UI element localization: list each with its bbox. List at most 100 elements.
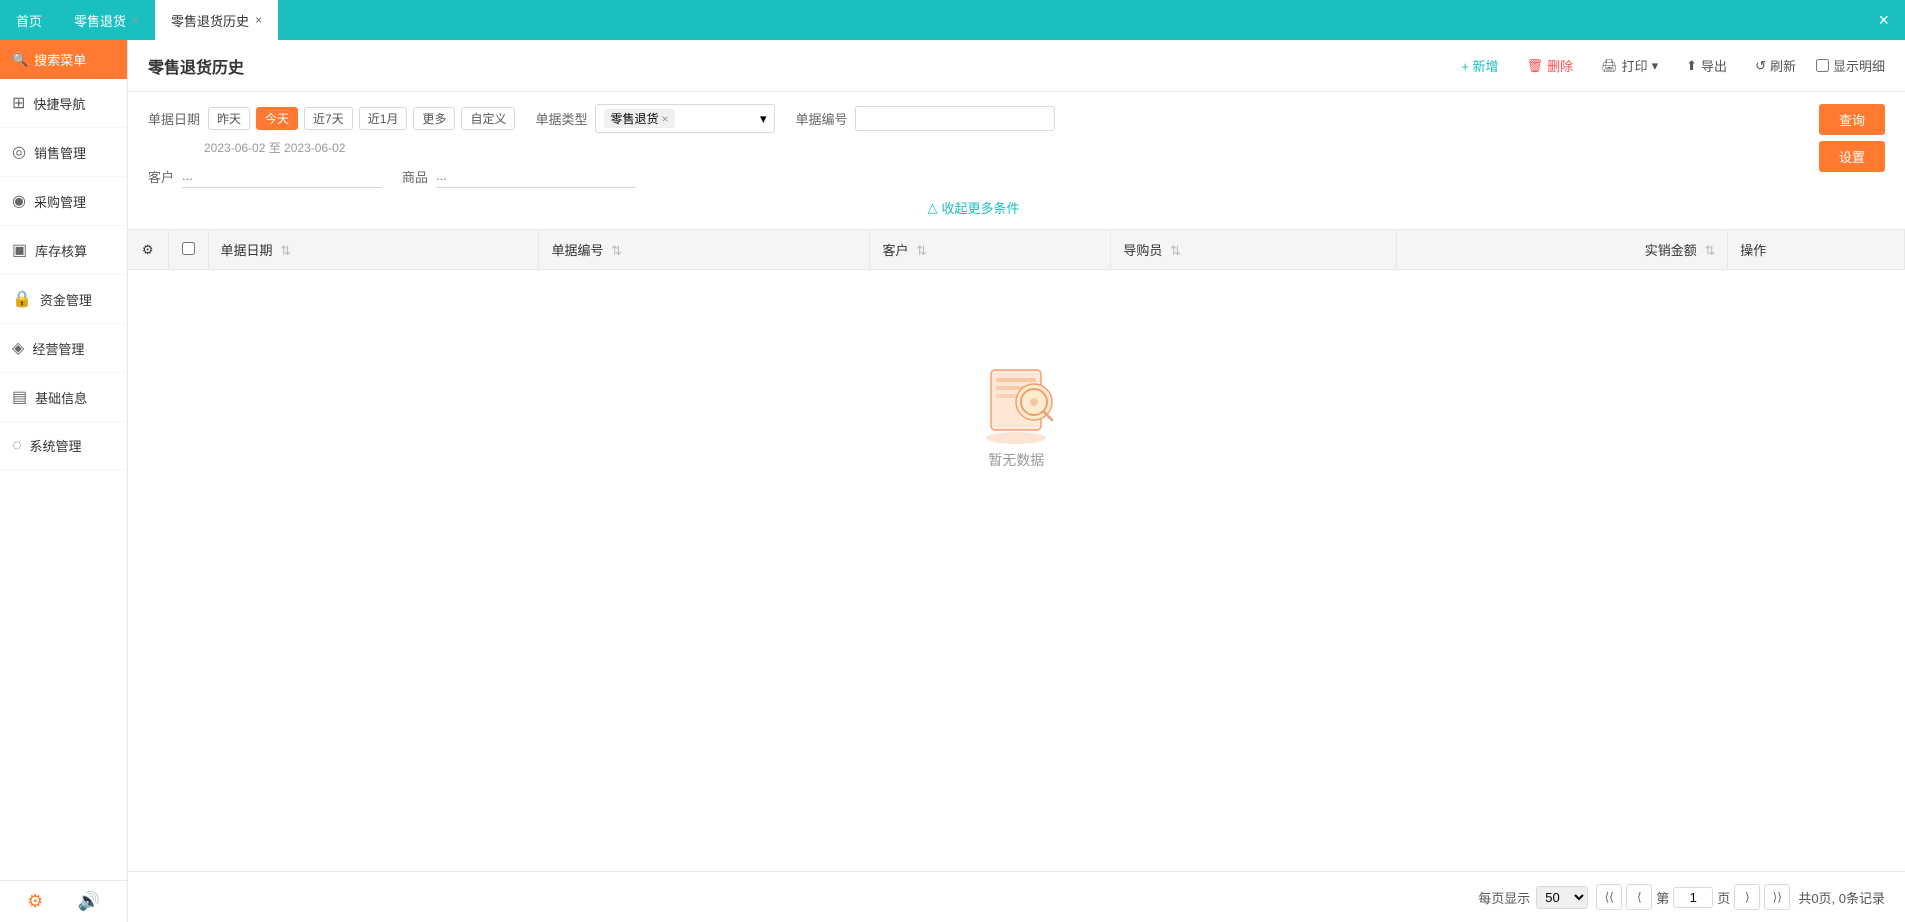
- refresh-icon: ↺: [1755, 58, 1766, 74]
- sidebar-item-label: 资金管理: [40, 290, 92, 309]
- export-icon: ⬆: [1686, 58, 1697, 74]
- date-filter-buttons: 昨天 今天 近7天 近1月 更多 自定义: [208, 107, 515, 130]
- select-all-checkbox[interactable]: [182, 242, 195, 255]
- audio-icon[interactable]: 🔊: [77, 891, 99, 912]
- delete-icon: 🗑: [1527, 58, 1544, 74]
- new-button[interactable]: + 新增: [1453, 52, 1506, 79]
- filter-settings-button[interactable]: 设置: [1819, 141, 1885, 172]
- tab-retail-return-close[interactable]: ×: [132, 13, 139, 27]
- tab-home[interactable]: 首页: [0, 0, 58, 40]
- date-btn-today[interactable]: 今天: [256, 107, 298, 130]
- sidebar-item-system-mgmt[interactable]: ◌ 系统管理: [0, 422, 127, 470]
- actual-amount-sort-icon: ⇅: [1704, 243, 1715, 258]
- capital-mgmt-icon: 🔒: [12, 289, 32, 309]
- tab-retail-return-history[interactable]: 零售退货历史 ×: [155, 0, 278, 40]
- last-page-button[interactable]: ⟩⟩: [1764, 884, 1790, 910]
- empty-illustration: [966, 350, 1066, 450]
- col-operation: 操作: [1728, 230, 1905, 270]
- customer-sort-icon: ⇅: [916, 243, 927, 258]
- operation-mgmt-icon: ◈: [12, 338, 24, 358]
- settings-icon[interactable]: ⚙: [27, 891, 43, 912]
- customer-input[interactable]: [182, 164, 382, 188]
- next-page-button[interactable]: ⟩: [1734, 884, 1760, 910]
- bill-type-tag: 零售退货 ×: [604, 109, 674, 128]
- sidebar-item-label: 系统管理: [30, 436, 82, 455]
- col-bill-date[interactable]: 单据日期 ⇅: [208, 230, 539, 270]
- purchase-mgmt-icon: ◉: [12, 191, 26, 211]
- col-guide[interactable]: 导购员 ⇅: [1111, 230, 1397, 270]
- date-filter-label: 单据日期: [148, 109, 200, 128]
- per-page-label: 每页显示: [1478, 888, 1530, 907]
- sidebar-bottom: ⚙ 🔊: [0, 880, 127, 922]
- sidebar-item-quick-nav[interactable]: ⊞ 快捷导航: [0, 79, 127, 128]
- page-header: 零售退货历史 + 新增 🗑 删除 🖨 打印 ▾ ⬆ 导出 ↺: [128, 40, 1905, 92]
- goods-input[interactable]: [436, 164, 636, 188]
- collapse-icon: △: [927, 200, 937, 216]
- sales-mgmt-icon: ◎: [12, 142, 26, 162]
- content-area: 零售退货历史 + 新增 🗑 删除 🖨 打印 ▾ ⬆ 导出 ↺: [128, 40, 1905, 922]
- sidebar-item-label: 经营管理: [32, 339, 84, 358]
- header-actions: + 新增 🗑 删除 🖨 打印 ▾ ⬆ 导出 ↺ 刷新: [1453, 52, 1885, 79]
- collapse-button[interactable]: △ 收起更多条件: [927, 198, 1019, 217]
- sidebar-search[interactable]: 🔍 搜索菜单: [0, 40, 127, 79]
- show-detail-checkbox-label[interactable]: 显示明细: [1816, 56, 1885, 75]
- date-btn-more[interactable]: 更多: [413, 107, 455, 130]
- bill-type-label: 单据类型: [535, 109, 587, 128]
- date-range-text: 2023-06-02 至 2023-06-02: [204, 141, 345, 155]
- sidebar-item-purchase-mgmt[interactable]: ◉ 采购管理: [0, 177, 127, 226]
- sidebar-item-operation-mgmt[interactable]: ◈ 经营管理: [0, 324, 127, 373]
- bill-no-input[interactable]: [855, 106, 1055, 131]
- tab-retail-return-history-close[interactable]: ×: [255, 13, 262, 27]
- search-icon: 🔍: [12, 52, 28, 68]
- col-checkbox[interactable]: [168, 230, 208, 270]
- sidebar-item-capital-mgmt[interactable]: 🔒 资金管理: [0, 275, 127, 324]
- per-page-select[interactable]: 10 20 50 100: [1536, 886, 1588, 909]
- bill-date-sort-icon: ⇅: [280, 243, 291, 258]
- date-btn-custom[interactable]: 自定义: [461, 107, 515, 130]
- sidebar-item-sales-mgmt[interactable]: ◎ 销售管理: [0, 128, 127, 177]
- query-buttons: 查询 设置: [1819, 104, 1885, 172]
- goods-filter-label: 商品: [402, 167, 428, 186]
- sidebar-item-basic-info[interactable]: ▤ 基础信息: [0, 373, 127, 422]
- refresh-button[interactable]: ↺ 刷新: [1747, 52, 1804, 79]
- page-input[interactable]: [1673, 887, 1713, 908]
- col-settings[interactable]: ⚙: [128, 230, 168, 270]
- tab-bar: 首页 零售退货 × 零售退货历史 ×: [0, 0, 1862, 40]
- print-chevron-icon: ▾: [1652, 58, 1659, 74]
- goods-filter: 商品: [402, 164, 636, 188]
- first-page-button[interactable]: ⟨⟨: [1596, 884, 1622, 910]
- show-detail-checkbox[interactable]: [1816, 59, 1829, 72]
- date-btn-7days[interactable]: 近7天: [304, 107, 353, 130]
- prev-page-button[interactable]: ⟨: [1626, 884, 1652, 910]
- col-customer[interactable]: 客户 ⇅: [870, 230, 1111, 270]
- window-close-button[interactable]: ×: [1862, 10, 1905, 31]
- basic-info-icon: ▤: [12, 387, 27, 407]
- data-table: ⚙ 单据日期 ⇅ 单据编号 ⇅ 客户 ⇅: [128, 230, 1905, 550]
- delete-button[interactable]: 🗑 删除: [1519, 52, 1582, 79]
- top-bar: 首页 零售退货 × 零售退货历史 × ×: [0, 0, 1905, 40]
- sidebar: 🔍 搜索菜单 ⊞ 快捷导航 ◎ 销售管理 ◉ 采购管理 ▣ 库存核算 🔒 资金: [0, 40, 128, 922]
- col-bill-no[interactable]: 单据编号 ⇅: [539, 230, 870, 270]
- bill-type-chevron-icon: ▾: [760, 111, 767, 127]
- sidebar-item-label: 快捷导航: [33, 94, 85, 113]
- date-btn-1month[interactable]: 近1月: [359, 107, 408, 130]
- empty-text: 暂无数据: [988, 450, 1044, 470]
- query-button[interactable]: 查询: [1819, 104, 1885, 135]
- sidebar-item-inventory-check[interactable]: ▣ 库存核算: [0, 226, 127, 275]
- table-area: ⚙ 单据日期 ⇅ 单据编号 ⇅ 客户 ⇅: [128, 230, 1905, 871]
- tab-retail-return[interactable]: 零售退货 ×: [58, 0, 155, 40]
- page-nav: ⟨⟨ ⟨ 第 页 ⟩ ⟩⟩: [1596, 884, 1790, 910]
- date-btn-yesterday[interactable]: 昨天: [208, 107, 250, 130]
- export-button[interactable]: ⬆ 导出: [1678, 52, 1735, 79]
- pagination-summary: 共0页, 0条记录: [1798, 888, 1885, 907]
- filter-area: 单据日期 昨天 今天 近7天 近1月 更多 自定义: [128, 92, 1905, 230]
- bill-type-select[interactable]: 零售退货 × ▾: [595, 104, 775, 133]
- main-layout: 🔍 搜索菜单 ⊞ 快捷导航 ◎ 销售管理 ◉ 采购管理 ▣ 库存核算 🔒 资金: [0, 40, 1905, 922]
- system-mgmt-icon: ◌: [12, 437, 22, 455]
- page-title: 零售退货历史: [148, 54, 244, 78]
- col-actual-amount[interactable]: 实销金额 ⇅: [1397, 230, 1728, 270]
- sidebar-item-label: 基础信息: [35, 388, 87, 407]
- quick-nav-icon: ⊞: [12, 93, 25, 113]
- bill-type-remove[interactable]: ×: [661, 112, 668, 126]
- print-button[interactable]: 🖨 打印 ▾: [1593, 52, 1666, 79]
